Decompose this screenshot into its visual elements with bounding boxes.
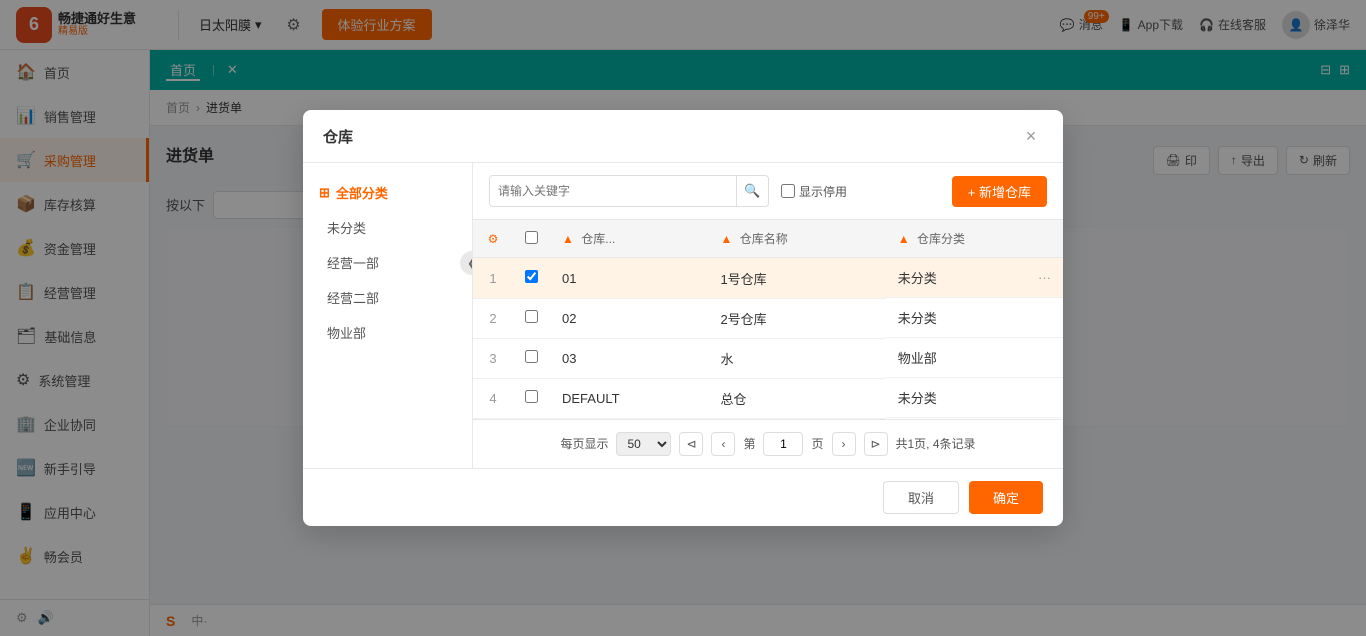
row-code: DEFAULT bbox=[550, 378, 708, 418]
search-input-wrap: 🔍 bbox=[489, 175, 769, 207]
row-category: 物业部 bbox=[886, 338, 1063, 378]
row-checkbox[interactable] bbox=[525, 390, 538, 403]
row-num: 3 bbox=[473, 338, 513, 378]
show-disabled-wrap: 显示停用 bbox=[781, 183, 847, 200]
row-checkbox[interactable] bbox=[525, 270, 538, 283]
modal-header: 仓库 × bbox=[303, 110, 1063, 163]
row-name: 1号仓库 bbox=[708, 258, 885, 299]
warehouse-table-wrap: ⚙ ▲ 仓库... ▲ bbox=[473, 220, 1063, 419]
page-suffix: 页 bbox=[811, 435, 823, 452]
modal-overlay: 仓库 × ⊞ 全部分类 未分类 经营一部 经营二部 物业部 ❮ bbox=[0, 0, 1366, 636]
category-item-ops1[interactable]: 经营一部 bbox=[303, 245, 472, 280]
row-checkbox-cell bbox=[513, 298, 550, 338]
per-page-label: 每页显示 bbox=[560, 435, 608, 452]
prev-page-button[interactable]: ‹ bbox=[711, 432, 735, 456]
col-header-code: ▲ 仓库... bbox=[550, 220, 708, 258]
add-warehouse-button[interactable]: + 新增仓库 bbox=[952, 176, 1047, 207]
row-name: 2号仓库 bbox=[708, 298, 885, 338]
page-number-input[interactable] bbox=[763, 432, 803, 456]
per-page-select[interactable]: 50 10 20 100 bbox=[616, 432, 671, 456]
table-row[interactable]: 3 03 水 物业部 bbox=[473, 338, 1063, 378]
pagination: 每页显示 50 10 20 100 ⊲ ‹ 第 页 › ⊳ 共1页, 4条记录 bbox=[473, 419, 1063, 468]
page-label: 第 bbox=[743, 435, 755, 452]
collapse-icon: ❮ bbox=[467, 256, 473, 270]
select-all-checkbox[interactable] bbox=[525, 231, 538, 244]
row-checkbox[interactable] bbox=[525, 310, 538, 323]
row-name: 水 bbox=[708, 338, 885, 378]
row-code: 01 bbox=[550, 258, 708, 299]
row-checkbox[interactable] bbox=[525, 350, 538, 363]
row-category: 未分类 bbox=[886, 378, 1063, 418]
warehouse-modal: 仓库 × ⊞ 全部分类 未分类 经营一部 经营二部 物业部 ❮ bbox=[303, 110, 1063, 526]
table-row[interactable]: 2 02 2号仓库 未分类 bbox=[473, 298, 1063, 338]
category-header-label: 全部分类 bbox=[336, 183, 388, 202]
row-category: 未分类 bbox=[886, 298, 1063, 338]
row-num: 1 bbox=[473, 258, 513, 299]
show-disabled-label: 显示停用 bbox=[799, 183, 847, 200]
row-code: 03 bbox=[550, 338, 708, 378]
next-page-button[interactable]: › bbox=[832, 432, 856, 456]
category-item-ops2[interactable]: 经营二部 bbox=[303, 280, 472, 315]
first-page-button[interactable]: ⊲ bbox=[679, 432, 703, 456]
category-header-icon: ⊞ bbox=[319, 185, 330, 201]
row-checkbox-cell bbox=[513, 338, 550, 378]
search-icon: 🔍 bbox=[744, 183, 760, 199]
warehouse-table: ⚙ ▲ 仓库... ▲ bbox=[473, 220, 1063, 419]
search-bar: 🔍 显示停用 + 新增仓库 bbox=[473, 163, 1063, 220]
table-settings-icon[interactable]: ⚙ bbox=[488, 232, 499, 246]
col-header-category: ▲ 仓库分类 bbox=[886, 220, 1063, 258]
modal-body: ⊞ 全部分类 未分类 经营一部 经营二部 物业部 ❮ bbox=[303, 163, 1063, 468]
row-checkbox-cell bbox=[513, 378, 550, 418]
col-header-settings: ⚙ bbox=[473, 220, 513, 258]
search-input[interactable] bbox=[490, 176, 736, 206]
col-header-name: ▲ 仓库名称 bbox=[708, 220, 885, 258]
confirm-button[interactable]: 确定 bbox=[969, 481, 1043, 514]
row-code: 02 bbox=[550, 298, 708, 338]
col-name-sort-icon: ▲ bbox=[720, 232, 732, 246]
col-cat-sort-icon: ▲ bbox=[898, 232, 910, 246]
total-records: 共1页, 4条记录 bbox=[896, 435, 976, 452]
row-more-button[interactable]: ··· bbox=[1038, 270, 1051, 285]
row-num: 4 bbox=[473, 378, 513, 418]
row-category: 未分类 ··· bbox=[886, 258, 1063, 298]
category-panel: ⊞ 全部分类 未分类 经营一部 经营二部 物业部 ❮ bbox=[303, 163, 473, 468]
last-page-button[interactable]: ⊳ bbox=[864, 432, 888, 456]
modal-close-button[interactable]: × bbox=[1019, 124, 1043, 148]
content-panel: 🔍 显示停用 + 新增仓库 ⚙ bbox=[473, 163, 1063, 468]
cancel-button[interactable]: 取消 bbox=[883, 481, 959, 514]
modal-footer: 取消 确定 bbox=[303, 468, 1063, 526]
table-row[interactable]: 1 01 1号仓库 未分类 ··· bbox=[473, 258, 1063, 299]
search-button[interactable]: 🔍 bbox=[736, 175, 768, 207]
row-name: 总仓 bbox=[708, 378, 885, 418]
show-disabled-checkbox[interactable] bbox=[781, 184, 795, 198]
row-checkbox-cell bbox=[513, 258, 550, 299]
col-code-sort-icon: ▲ bbox=[562, 232, 574, 246]
modal-title: 仓库 bbox=[323, 126, 353, 147]
table-row[interactable]: 4 DEFAULT 总仓 未分类 bbox=[473, 378, 1063, 418]
category-item-property[interactable]: 物业部 bbox=[303, 315, 472, 350]
row-num: 2 bbox=[473, 298, 513, 338]
category-all[interactable]: ⊞ 全部分类 bbox=[303, 175, 472, 210]
col-header-checkbox bbox=[513, 220, 550, 258]
category-item-unclassified[interactable]: 未分类 bbox=[303, 210, 472, 245]
